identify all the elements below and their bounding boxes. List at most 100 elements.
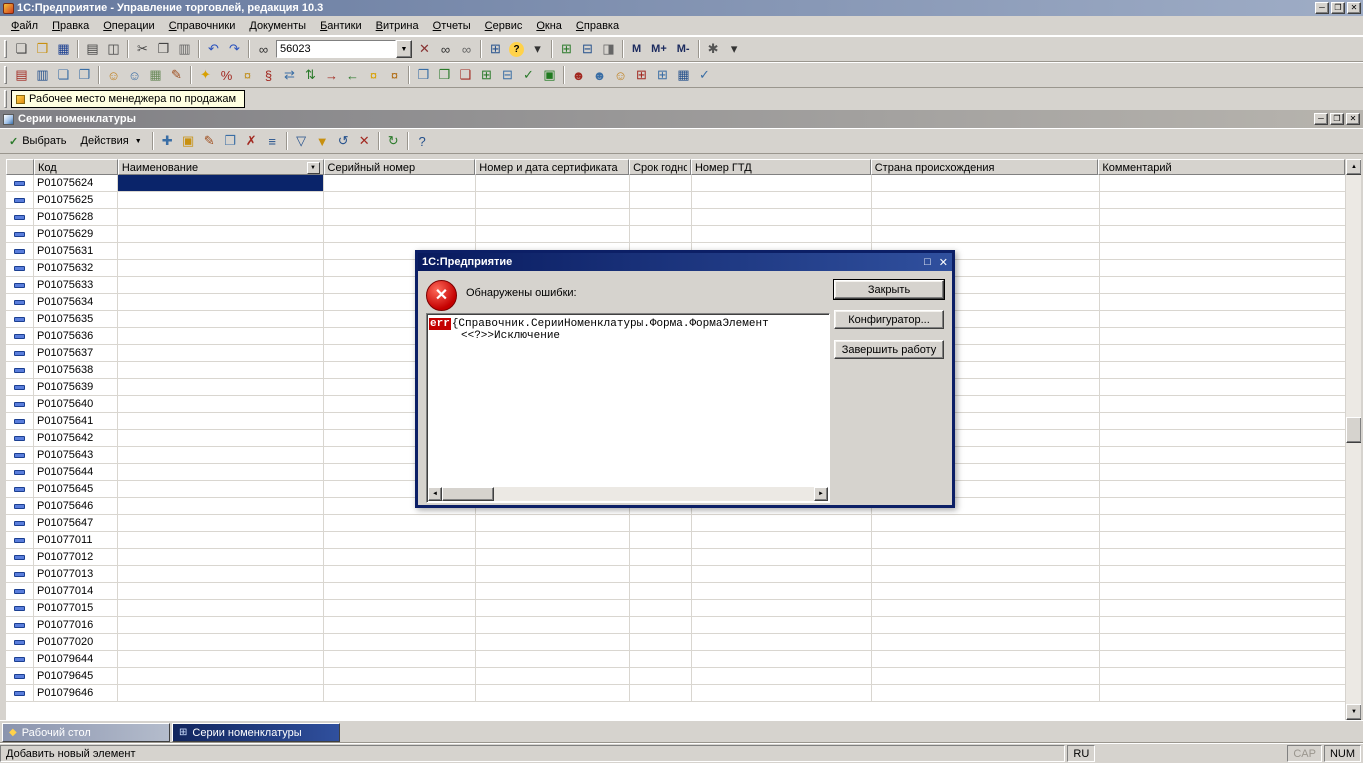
table-row[interactable]: P01077020 xyxy=(6,634,1361,651)
row-28-cell-5[interactable] xyxy=(692,651,872,668)
help-icon[interactable]: ? xyxy=(509,41,524,57)
row-4-cell-7[interactable] xyxy=(1100,243,1347,260)
row-1-cell-3[interactable] xyxy=(476,192,630,209)
column-header-3[interactable]: Номер и дата сертификата xyxy=(475,159,630,175)
close-icon[interactable]: ✕ xyxy=(1347,2,1361,14)
open-folder-icon[interactable]: ❒ xyxy=(32,39,53,59)
row-26-cell-6[interactable] xyxy=(872,617,1100,634)
row-27-cell-7[interactable] xyxy=(1100,634,1347,651)
window-tab-0[interactable]: ◆ Рабочий стол xyxy=(2,723,170,742)
row-23-cell-0[interactable]: P01077013 xyxy=(34,566,118,583)
fix-table-icon[interactable]: ◨ xyxy=(598,39,619,59)
toolbar-grip[interactable] xyxy=(4,40,7,58)
refresh-icon[interactable]: ↻ xyxy=(383,131,404,151)
row-9-cell-7[interactable] xyxy=(1100,328,1347,345)
combo-dropdown-icon[interactable]: ▼ xyxy=(396,40,412,58)
row-12-cell-1[interactable] xyxy=(118,379,324,396)
row-6-cell-1[interactable] xyxy=(118,277,324,294)
print-icon[interactable]: ▤ xyxy=(82,39,103,59)
menu-item-6[interactable]: Витрина xyxy=(369,18,426,34)
row-17-cell-7[interactable] xyxy=(1100,464,1347,481)
row-20-cell-2[interactable] xyxy=(324,515,476,532)
row-16-cell-0[interactable]: P01075643 xyxy=(34,447,118,464)
help-icon[interactable]: ? xyxy=(412,131,433,151)
mark-deletion-icon[interactable]: ✗ xyxy=(241,131,262,151)
row-22-cell-2[interactable] xyxy=(324,549,476,566)
partners-blue-icon[interactable]: ☻ xyxy=(589,65,610,85)
filter-icon[interactable]: ▽ xyxy=(291,131,312,151)
row-14-cell-0[interactable]: P01075641 xyxy=(34,413,118,430)
star-icon[interactable]: ✦ xyxy=(195,65,216,85)
row-22-cell-7[interactable] xyxy=(1100,549,1347,566)
row-30-cell-0[interactable]: P01079646 xyxy=(34,685,118,702)
minimize-icon[interactable]: ─ xyxy=(1315,2,1329,14)
edit-icon[interactable]: ✎ xyxy=(199,131,220,151)
row-21-cell-1[interactable] xyxy=(118,532,324,549)
column-header-6[interactable]: Страна происхождения xyxy=(870,159,1099,175)
row-28-cell-6[interactable] xyxy=(872,651,1100,668)
table-row[interactable]: P01079646 xyxy=(6,685,1361,702)
scroll-left-icon[interactable]: ◄ xyxy=(428,487,442,501)
row-29-cell-7[interactable] xyxy=(1100,668,1347,685)
row-24-cell-4[interactable] xyxy=(630,583,692,600)
copy-item-icon[interactable]: ❐ xyxy=(220,131,241,151)
find-in-list-icon[interactable]: ∞ xyxy=(435,39,456,59)
row-28-cell-4[interactable] xyxy=(630,651,692,668)
grid-red-icon[interactable]: ⊞ xyxy=(631,65,652,85)
row-11-cell-0[interactable]: P01075638 xyxy=(34,362,118,379)
row-29-cell-3[interactable] xyxy=(476,668,630,685)
row-18-cell-0[interactable]: P01075645 xyxy=(34,481,118,498)
print-preview-icon[interactable]: ◫ xyxy=(103,39,124,59)
row-6-cell-7[interactable] xyxy=(1100,277,1347,294)
row-1-cell-5[interactable] xyxy=(692,192,872,209)
row-7-cell-0[interactable]: P01075634 xyxy=(34,294,118,311)
row-25-cell-7[interactable] xyxy=(1100,600,1347,617)
row-21-cell-0[interactable]: P01077011 xyxy=(34,532,118,549)
row-2-cell-3[interactable] xyxy=(476,209,630,226)
page-icon[interactable]: ❏ xyxy=(53,65,74,85)
memory-button-2[interactable]: M- xyxy=(672,41,695,57)
row-26-cell-0[interactable]: P01077016 xyxy=(34,617,118,634)
row-29-cell-1[interactable] xyxy=(118,668,324,685)
row-11-cell-7[interactable] xyxy=(1100,362,1347,379)
transfer-icon[interactable]: ⇅ xyxy=(300,65,321,85)
row-2-cell-4[interactable] xyxy=(630,209,692,226)
table-row[interactable]: P01077014 xyxy=(6,583,1361,600)
row-13-cell-0[interactable]: P01075640 xyxy=(34,396,118,413)
row-23-cell-7[interactable] xyxy=(1100,566,1347,583)
select-button[interactable]: ✓ Выбрать xyxy=(2,131,74,151)
spreadsheet-document-icon[interactable]: ⊟ xyxy=(577,39,598,59)
row-23-cell-2[interactable] xyxy=(324,566,476,583)
row-0-cell-5[interactable] xyxy=(692,175,872,192)
quick-search-input[interactable] xyxy=(276,40,396,58)
filter-settings-icon[interactable]: ↺ xyxy=(333,131,354,151)
memory-button-1[interactable]: M+ xyxy=(646,41,672,57)
row-27-cell-1[interactable] xyxy=(118,634,324,651)
table-row[interactable]: P01079644 xyxy=(6,651,1361,668)
row-27-cell-0[interactable]: P01077020 xyxy=(34,634,118,651)
row-25-cell-0[interactable]: P01077015 xyxy=(34,600,118,617)
row-30-cell-4[interactable] xyxy=(630,685,692,702)
redo-icon[interactable]: ↷ xyxy=(224,39,245,59)
row-28-cell-0[interactable]: P01079644 xyxy=(34,651,118,668)
journal-icon[interactable]: ▣ xyxy=(539,65,560,85)
menu-item-10[interactable]: Справка xyxy=(569,18,626,34)
row-1-cell-4[interactable] xyxy=(630,192,692,209)
row-28-cell-1[interactable] xyxy=(118,651,324,668)
row-25-cell-3[interactable] xyxy=(476,600,630,617)
row-1-cell-1[interactable] xyxy=(118,192,324,209)
row-27-cell-2[interactable] xyxy=(324,634,476,651)
filter-by-value-icon[interactable]: ▼ xyxy=(312,131,333,151)
row-27-cell-3[interactable] xyxy=(476,634,630,651)
row-12-cell-7[interactable] xyxy=(1100,379,1347,396)
row-3-cell-0[interactable]: P01075629 xyxy=(34,226,118,243)
grid-report-icon[interactable]: ▦ xyxy=(673,65,694,85)
row-15-cell-7[interactable] xyxy=(1100,430,1347,447)
row-7-cell-1[interactable] xyxy=(118,294,324,311)
find-icon[interactable]: ∞ xyxy=(253,39,274,59)
menu-item-2[interactable]: Операции xyxy=(96,18,161,34)
row-27-cell-6[interactable] xyxy=(872,634,1100,651)
column-header-2[interactable]: Серийный номер xyxy=(323,159,476,175)
table-row[interactable]: P01077012 xyxy=(6,549,1361,566)
clear-search-icon[interactable]: ✕ xyxy=(414,39,435,59)
